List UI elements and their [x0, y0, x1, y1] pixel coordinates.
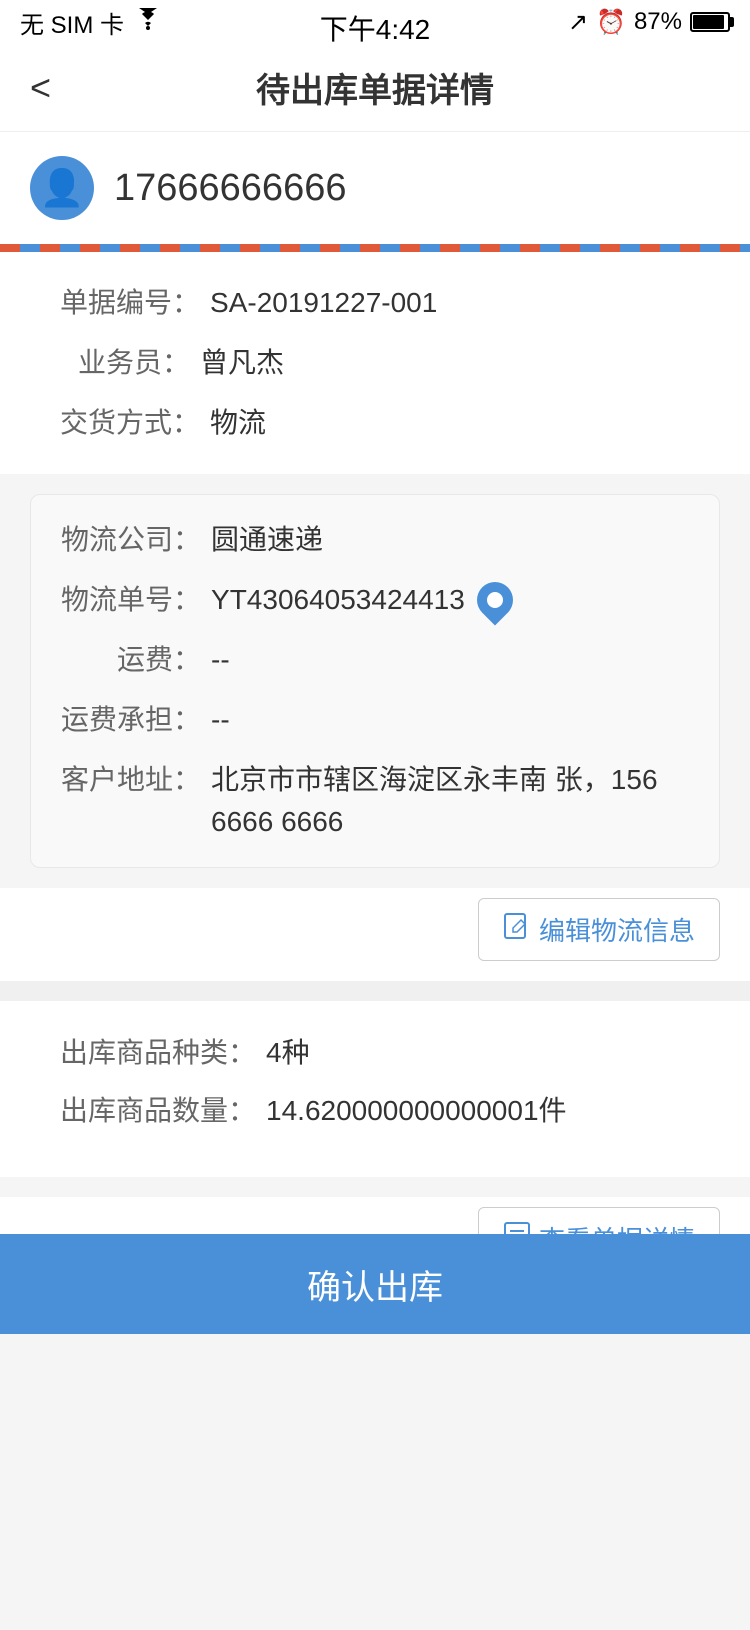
location-icon: ↗	[568, 8, 588, 37]
wifi-icon	[134, 8, 162, 37]
battery-icon	[690, 12, 730, 32]
goods-type-label: 出库商品种类：	[60, 1031, 256, 1071]
order-no-row: 单据编号： SA-20191227-001	[60, 282, 690, 324]
edit-btn-row: 编辑物流信息	[0, 888, 750, 981]
location-pin-icon[interactable]	[469, 575, 520, 626]
user-icon: 👤	[40, 167, 85, 209]
edit-logistics-label: 编辑物流信息	[539, 911, 695, 948]
status-bar: 无 SIM 卡 下午4:42 ↗ ⏰ 87%	[0, 0, 750, 44]
salesman-value: 曾凡杰	[200, 342, 690, 384]
goods-section: 出库商品种类： 4种 出库商品数量： 14.620000000000001件	[0, 1001, 750, 1177]
order-no-value: SA-20191227-001	[210, 282, 690, 324]
order-no-label: 单据编号：	[60, 282, 200, 324]
logistics-company-label: 物流公司：	[61, 519, 201, 561]
status-left: 无 SIM 卡	[20, 5, 162, 40]
edit-logistics-button[interactable]: 编辑物流信息	[478, 898, 720, 961]
logistics-freight-bear-value: --	[211, 699, 689, 741]
logistics-card: 物流公司： 圆通速递 物流单号： YT43064053424413 运费： --…	[30, 494, 720, 868]
delivery-label: 交货方式：	[60, 402, 200, 444]
battery-percent: 87%	[634, 8, 682, 36]
goods-type-row: 出库商品种类： 4种	[60, 1031, 690, 1071]
logistics-freight-row: 运费： --	[61, 639, 689, 681]
customer-section: 👤 17666666666	[0, 132, 750, 244]
goods-type-value: 4种	[266, 1031, 310, 1071]
confirm-label: 确认出库	[307, 1260, 443, 1309]
avatar: 👤	[30, 156, 94, 220]
goods-quantity-row: 出库商品数量： 14.620000000000001件	[60, 1089, 690, 1129]
logistics-address-value: 北京市市辖区海淀区永丰南 张，156 6666 6666	[211, 759, 689, 843]
salesman-row: 业务员： 曾凡杰	[60, 342, 690, 384]
logistics-tracking-label: 物流单号：	[61, 579, 201, 621]
logistics-freight-bear-label: 运费承担：	[61, 699, 201, 741]
page-title: 待出库单据详情	[256, 63, 494, 112]
delivery-value: 物流	[210, 402, 690, 444]
logistics-freight-label: 运费：	[61, 639, 201, 681]
logistics-tracking-value: YT43064053424413	[211, 579, 689, 621]
edit-icon	[503, 912, 531, 947]
logistics-tracking-row: 物流单号： YT43064053424413	[61, 579, 689, 621]
nav-bar: < 待出库单据详情	[0, 44, 750, 132]
status-time: 下午4:42	[320, 8, 431, 48]
confirm-button[interactable]: 确认出库	[0, 1234, 750, 1334]
salesman-label: 业务员：	[60, 342, 190, 384]
logistics-company-row: 物流公司： 圆通速递	[61, 519, 689, 561]
goods-quantity-label: 出库商品数量：	[60, 1089, 256, 1129]
logistics-freight-bear-row: 运费承担： --	[61, 699, 689, 741]
logistics-address-row: 客户地址： 北京市市辖区海淀区永丰南 张，156 6666 6666	[61, 759, 689, 843]
back-button[interactable]: <	[30, 67, 51, 109]
status-right: ↗ ⏰ 87%	[568, 8, 730, 37]
logistics-address-label: 客户地址：	[61, 759, 201, 801]
logistics-company-value: 圆通速递	[211, 519, 689, 561]
order-info-section: 单据编号： SA-20191227-001 业务员： 曾凡杰 交货方式： 物流	[0, 252, 750, 474]
section-divider	[0, 981, 750, 1001]
alarm-icon: ⏰	[596, 8, 626, 37]
delivery-row: 交货方式： 物流	[60, 402, 690, 444]
customer-phone: 17666666666	[114, 167, 346, 210]
carrier-text: 无 SIM 卡	[20, 5, 124, 40]
logistics-freight-value: --	[211, 639, 689, 681]
dashed-divider	[0, 244, 750, 252]
goods-quantity-value: 14.620000000000001件	[266, 1089, 567, 1129]
